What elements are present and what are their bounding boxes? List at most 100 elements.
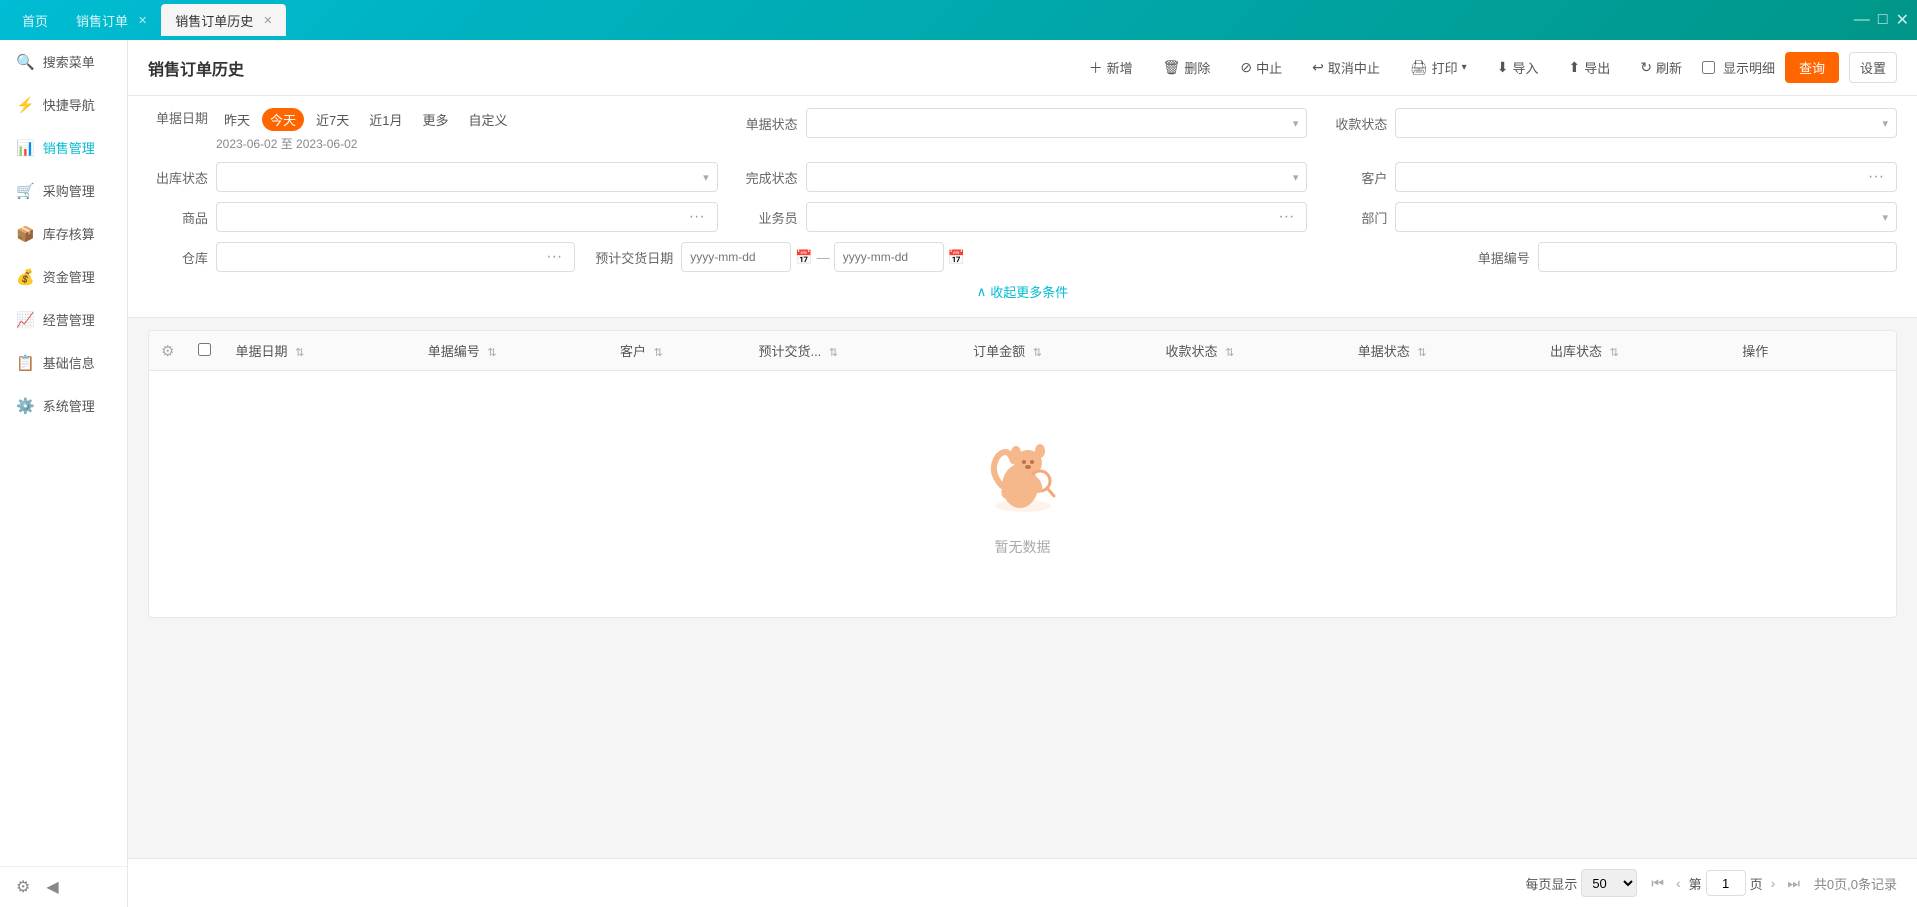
date-tag-7days[interactable]: 近7天 [308,108,357,131]
sidebar-collapse-icon[interactable]: ◀ [46,877,58,897]
print-icon: 🖨 [1410,59,1428,76]
query-btn-label: 查询 [1799,58,1825,77]
sidebar-item-inventory-mgmt[interactable]: 📦 库存核算 [0,212,127,255]
sidebar-settings-icon[interactable]: ⚙ [16,877,30,897]
select-all-checkbox[interactable] [198,343,211,356]
salesman-select[interactable]: ··· [806,202,1308,232]
prev-page-btn[interactable]: ‹ [1672,873,1685,893]
inventory-mgmt-icon: 📦 [16,225,35,243]
cancel-stop-btn[interactable]: ↩ 取消中止 [1302,53,1390,82]
col-operation: 操作 [1730,331,1896,371]
print-btn-label: 打印 [1432,58,1458,77]
product-label: 商品 [148,208,216,227]
delivery-date-end-cal[interactable]: 📅 [948,249,965,266]
refresh-btn-label: 刷新 [1656,58,1682,77]
print-dropdown-icon[interactable]: ▾ [1462,62,1467,73]
display-detail-checkbox[interactable] [1702,61,1715,74]
date-tag-more[interactable]: 更多 [415,108,457,131]
delete-btn[interactable]: 🗑 删除 [1153,53,1221,82]
sidebar-item-ops-mgmt[interactable]: 📈 经营管理 [0,298,127,341]
collapse-row[interactable]: ∧ 收起更多条件 [148,278,1897,305]
content: 销售订单历史 ＋ 新增 🗑 删除 ⊘ 中止 ↩ [128,40,1917,907]
product-dots[interactable]: ··· [685,208,709,226]
sidebar-item-finance-mgmt[interactable]: 💰 资金管理 [0,255,127,298]
col-out-status-sort[interactable]: ⇅ [1610,347,1619,359]
cancel-stop-btn-label: 取消中止 [1328,58,1380,77]
product-select[interactable]: ··· [216,202,718,232]
stop-btn[interactable]: ⊘ 中止 [1230,53,1292,82]
tab-sales-order-history-close[interactable]: ✕ [263,14,272,27]
date-tag-1month[interactable]: 近1月 [361,108,410,131]
export-btn[interactable]: ⬆ 导出 [1558,53,1620,82]
sidebar-item-search-menu[interactable]: 🔍 搜索菜单 [0,40,127,83]
tab-sales-order-history[interactable]: 销售订单历史 ✕ [161,4,286,36]
tab-home[interactable]: 首页 [8,4,62,36]
col-order-status-sort[interactable]: ⇅ [1417,347,1426,359]
customer-dots[interactable]: ··· [1864,168,1888,186]
sidebar-item-inventory-mgmt-label: 库存核算 [43,224,95,243]
query-btn[interactable]: 查询 [1785,52,1839,83]
date-tag-custom[interactable]: 自定义 [461,108,516,131]
window-close-btn[interactable]: ✕ [1896,10,1909,30]
date-tag-today[interactable]: 今天 [262,108,304,131]
col-pay-status-sort[interactable]: ⇅ [1225,347,1234,359]
col-amount-sort[interactable]: ⇅ [1033,347,1042,359]
date-tag-yesterday[interactable]: 昨天 [216,108,258,131]
page-title-row: 销售订单历史 ＋ 新增 🗑 删除 ⊘ 中止 ↩ [148,52,1897,83]
sidebar-item-purchase-mgmt[interactable]: 🛒 采购管理 [0,169,127,212]
print-btn[interactable]: 🖨 打印 ▾ [1400,53,1477,82]
order-no-input[interactable] [1538,242,1897,272]
page-header: 销售订单历史 ＋ 新增 🗑 删除 ⊘ 中止 ↩ [128,40,1917,96]
tab-home-label: 首页 [22,11,48,30]
date-tag-row: 昨天 今天 近7天 近1月 更多 自定义 [216,108,516,131]
window-min-btn[interactable]: — [1854,11,1870,29]
next-page-btn[interactable]: › [1767,873,1780,893]
delivery-date-end[interactable] [834,242,944,272]
warehouse-dots[interactable]: ··· [542,248,566,266]
salesman-dots[interactable]: ··· [1274,208,1298,226]
tab-sales-order[interactable]: 销售订单 ✕ [62,4,161,36]
last-page-btn[interactable]: ⏭ [1783,873,1804,894]
sidebar-item-sales-mgmt[interactable]: 📊 销售管理 [0,126,127,169]
sidebar-item-system-mgmt[interactable]: ⚙️ 系统管理 [0,384,127,427]
window-controls: — □ ✕ [1854,10,1909,30]
sidebar-item-quick-nav[interactable]: ⚡ 快捷导航 [0,83,127,126]
col-no-sort[interactable]: ⇅ [487,347,496,359]
display-detail-toggle[interactable]: 显示明细 [1702,58,1775,77]
col-no: 单据编号 ⇅ [416,331,608,371]
tab-sales-order-close[interactable]: ✕ [138,14,147,27]
delivery-date-start-cal[interactable]: 📅 [795,249,812,266]
import-btn[interactable]: ⬇ 导入 [1487,53,1549,82]
delivery-date-start[interactable] [681,242,791,272]
out-status-select[interactable]: ▾ [216,162,718,192]
customer-select[interactable]: ··· [1395,162,1897,192]
per-page-dropdown[interactable]: 10 20 50 100 [1581,869,1637,897]
sidebar-item-basic-info[interactable]: 📋 基础信息 [0,341,127,384]
sidebar-bottom: ⚙ ◀ [0,866,127,907]
pay-status-select[interactable]: ▾ [1395,108,1897,138]
complete-status-label: 完成状态 [738,168,806,187]
window-max-btn[interactable]: □ [1878,11,1888,29]
col-delivery-sort[interactable]: ⇅ [829,347,838,359]
filter-area: 单据日期 昨天 今天 近7天 近1月 更多 自定义 2023-06-02 至 2… [128,96,1917,318]
page-input[interactable] [1706,870,1746,896]
warehouse-select[interactable]: ··· [216,242,575,272]
tab-sales-order-history-label: 销售订单历史 [175,11,253,30]
refresh-btn[interactable]: ↻ 刷新 [1630,53,1692,82]
stop-icon: ⊘ [1240,59,1252,76]
complete-status-select[interactable]: ▾ [806,162,1308,192]
sidebar-item-ops-mgmt-label: 经营管理 [43,310,95,329]
dept-select[interactable]: ▾ [1395,202,1897,232]
col-customer-sort[interactable]: ⇅ [654,347,663,359]
dept-caret: ▾ [1882,211,1888,224]
new-btn[interactable]: ＋ 新增 [1079,53,1143,83]
customer-label: 客户 [1327,168,1395,187]
table-settings-icon[interactable]: ⚙ [161,343,174,360]
col-date-sort[interactable]: ⇅ [295,347,304,359]
settings-btn[interactable]: 设置 [1849,52,1897,83]
purchase-mgmt-icon: 🛒 [16,182,35,200]
collapse-up-icon: ∧ [977,284,987,300]
first-page-btn[interactable]: ⏮ [1647,873,1668,894]
empty-state: 暂无数据 [149,371,1896,617]
order-status-select[interactable]: ▾ [806,108,1308,138]
